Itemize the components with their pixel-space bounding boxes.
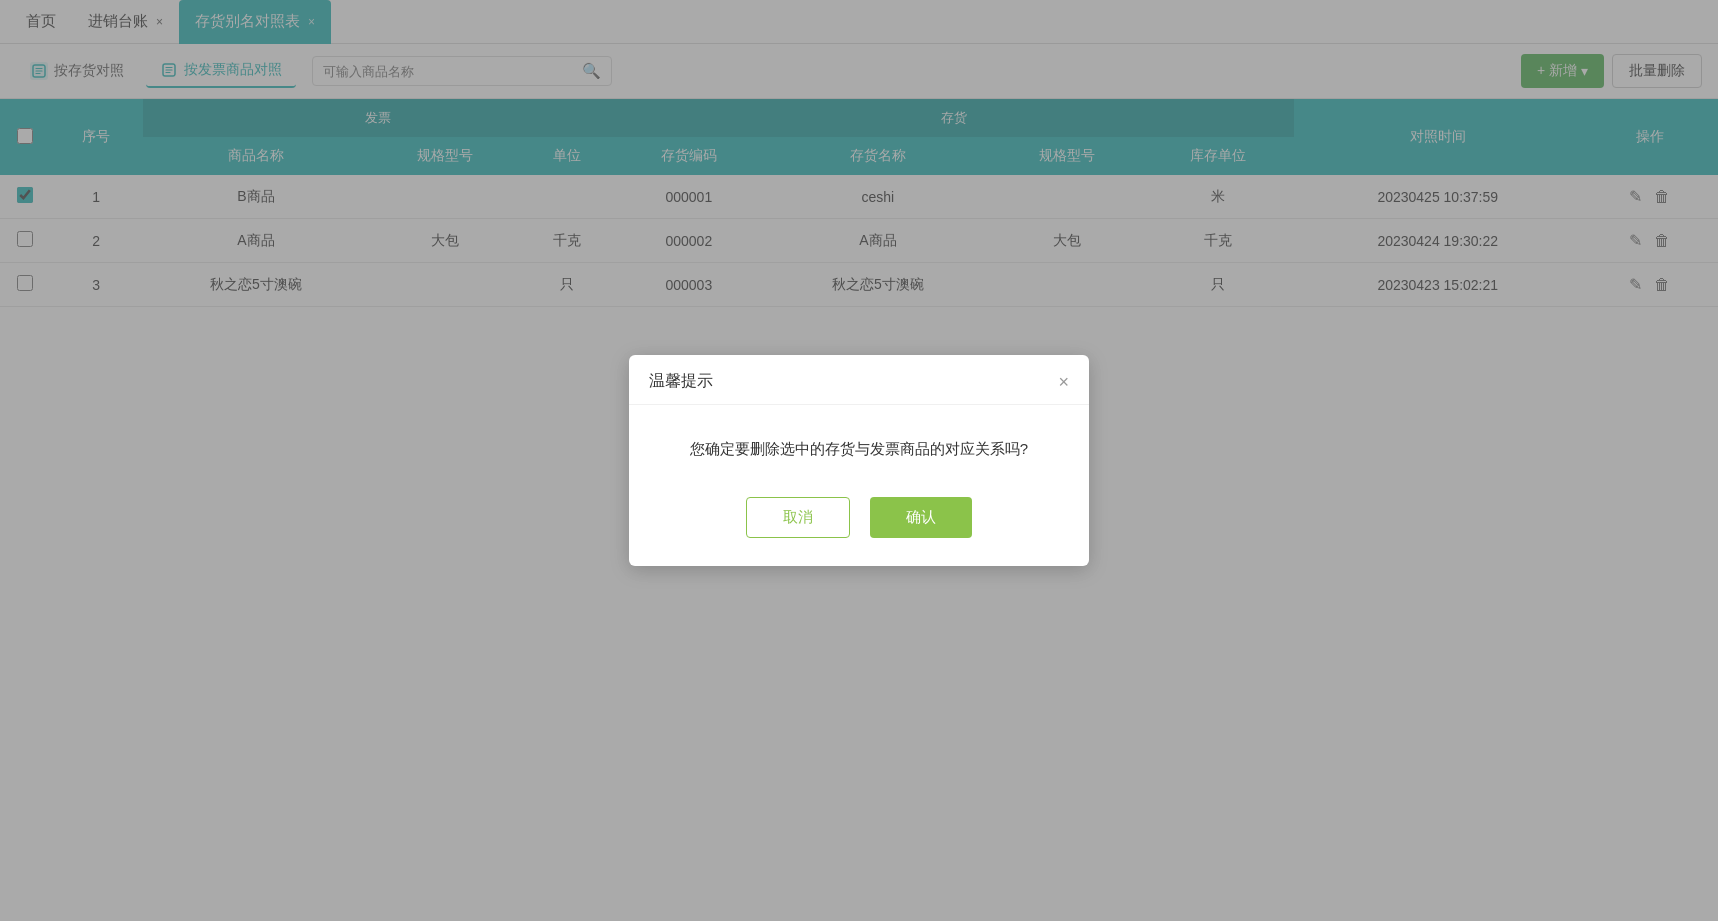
confirm-button[interactable]: 确认: [870, 497, 972, 538]
confirm-dialog: 温馨提示 × 您确定要删除选中的存货与发票商品的对应关系吗? 取消 确认: [629, 355, 1089, 566]
dialog-close-btn[interactable]: ×: [1058, 373, 1069, 391]
dialog-title: 温馨提示: [649, 371, 713, 392]
dialog-body: 您确定要删除选中的存货与发票商品的对应关系吗?: [629, 405, 1089, 489]
modal-overlay: 温馨提示 × 您确定要删除选中的存货与发票商品的对应关系吗? 取消 确认: [0, 0, 1718, 921]
dialog-message: 您确定要删除选中的存货与发票商品的对应关系吗?: [690, 440, 1028, 457]
dialog-footer: 取消 确认: [629, 489, 1089, 566]
dialog-header: 温馨提示 ×: [629, 355, 1089, 405]
cancel-button[interactable]: 取消: [746, 497, 850, 538]
